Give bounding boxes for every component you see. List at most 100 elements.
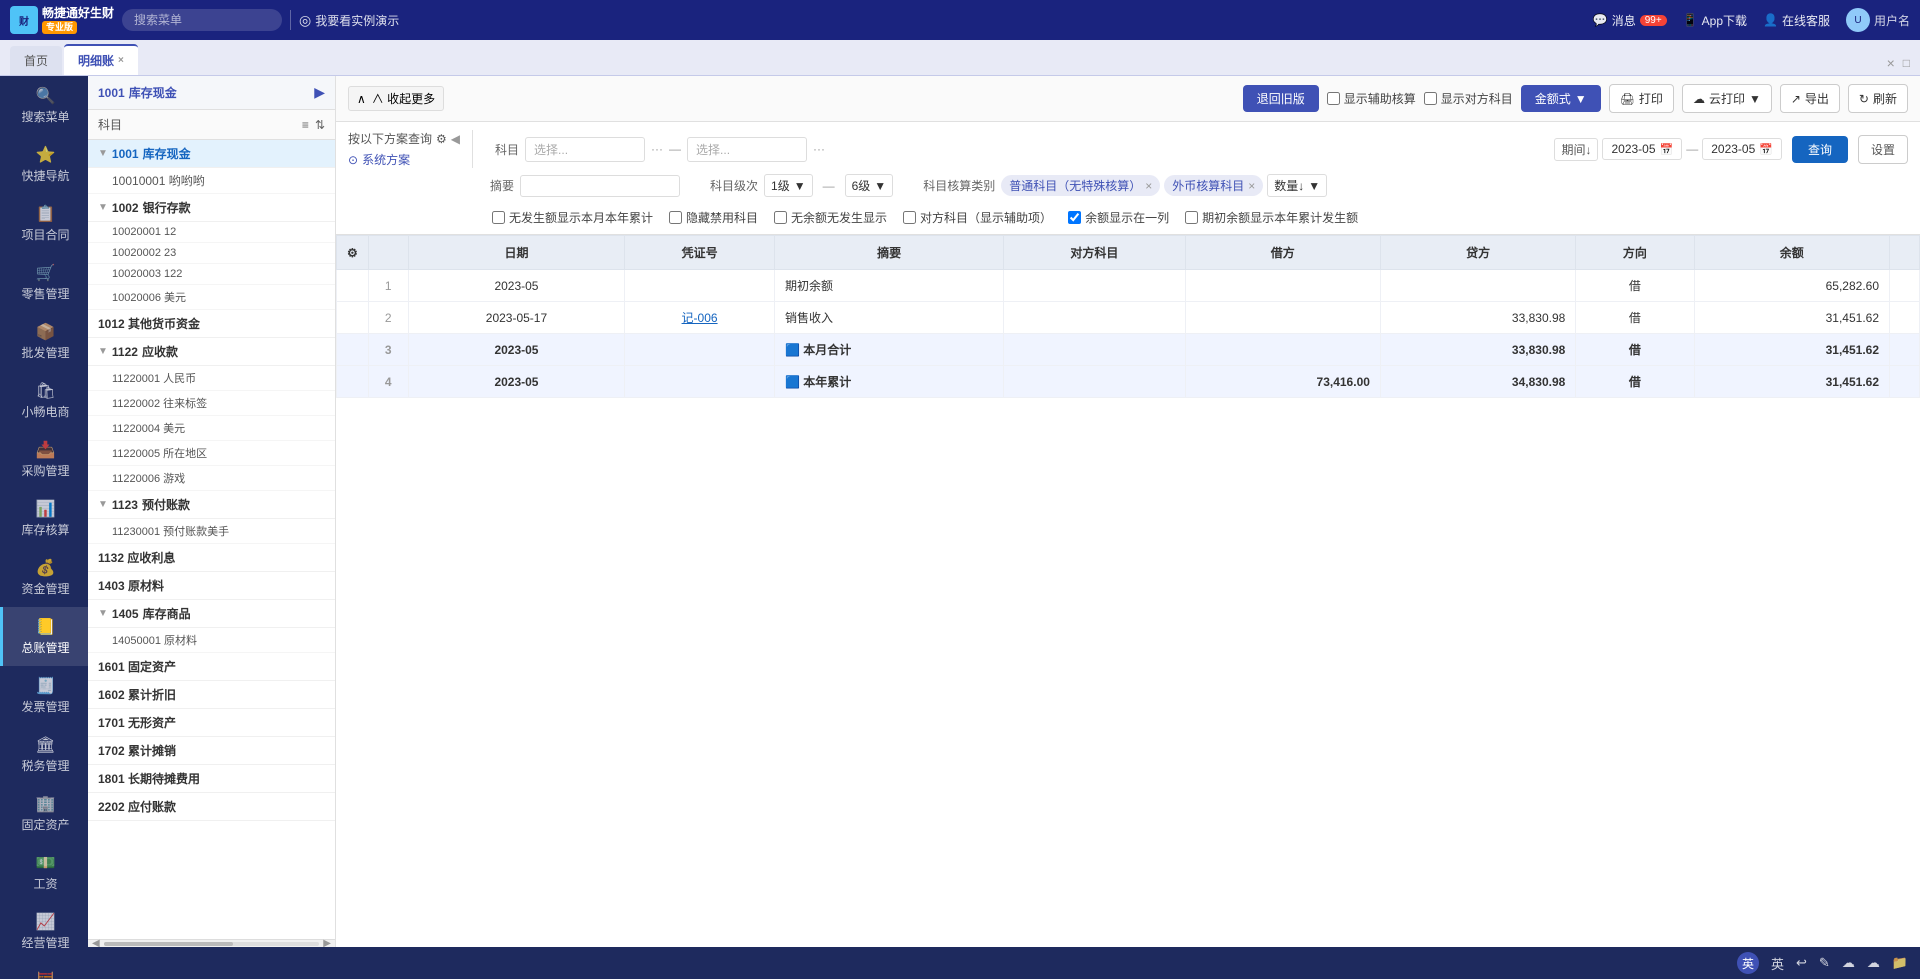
table-settings-icon[interactable]: ⚙	[347, 246, 358, 260]
opt-initial-balance[interactable]: 期初余额显示本年累计发生额	[1185, 209, 1358, 226]
tag-close-0[interactable]: ×	[1145, 179, 1152, 193]
opt-balance-col-checkbox[interactable]	[1068, 211, 1081, 224]
opt-contra-checkbox[interactable]	[903, 211, 916, 224]
opt-balance-col[interactable]: 余额显示在一列	[1068, 209, 1169, 226]
lang-toggle-btn[interactable]: 英	[1737, 952, 1759, 974]
account-child-11220001[interactable]: 11220001 人民币	[88, 366, 335, 391]
maximize-window-btn[interactable]: □	[1903, 56, 1910, 70]
account-child-10010001[interactable]: 10010001 哟哟哟	[88, 168, 335, 194]
tab-home[interactable]: 首页	[10, 46, 62, 75]
subject-input[interactable]: 选择...	[525, 137, 645, 162]
collapse-more-btn[interactable]: ∧ ∧ 收起更多	[348, 86, 444, 111]
status-icon-3[interactable]: ✎	[1819, 955, 1830, 971]
refresh-btn[interactable]: ↻ 刷新	[1848, 84, 1908, 113]
period-start[interactable]: 2023-05 📅	[1602, 138, 1682, 160]
period-end[interactable]: 2023-05 📅	[1702, 138, 1782, 160]
opt-no-balance[interactable]: 无余额无发生显示	[774, 209, 887, 226]
sidebar-item-ecommerce[interactable]: 🛍 小畅电商	[0, 371, 88, 430]
app-download-btn[interactable]: 📱 App下载	[1683, 12, 1747, 29]
close-window-btn[interactable]: ×	[1887, 55, 1895, 71]
print-btn[interactable]: 🖨 打印	[1609, 84, 1674, 113]
account-group-1123[interactable]: ▼ 1123 预付账款	[88, 491, 335, 519]
opt-initial-balance-checkbox[interactable]	[1185, 211, 1198, 224]
format-btn[interactable]: 金额式 ▼	[1521, 85, 1601, 112]
sidebar-item-wholesale[interactable]: 📦 批发管理	[0, 312, 88, 371]
collapse-arrow[interactable]: ◀	[451, 132, 460, 146]
list-icon[interactable]: ≡	[302, 118, 309, 132]
account-group-1012[interactable]: 1012 其他货币资金	[88, 310, 335, 338]
account-child-11230001[interactable]: 11230001 预付账款美手	[88, 519, 335, 544]
sidebar-item-management[interactable]: 📈 经营管理	[0, 902, 88, 961]
quantity-select[interactable]: 数量↓ ▼	[1267, 174, 1327, 197]
return-old-btn[interactable]: 退回旧版	[1243, 85, 1319, 112]
sort-icon[interactable]: ⇅	[315, 118, 325, 132]
opt-no-amount[interactable]: 无发生额显示本月本年累计	[492, 209, 653, 226]
level-start-select[interactable]: 1级 ▼	[764, 174, 813, 197]
account-single-1132[interactable]: 1132 应收利息	[88, 544, 335, 572]
subject-input-end[interactable]: 选择...	[687, 137, 807, 162]
sidebar-item-inventory[interactable]: 📊 库存核算	[0, 489, 88, 548]
sidebar-item-salary[interactable]: 💵 工资	[0, 843, 88, 902]
export-btn[interactable]: ↗ 导出	[1780, 84, 1840, 113]
opt-hide-disabled-checkbox[interactable]	[669, 211, 682, 224]
sidebar-item-search[interactable]: 🔍 搜索菜单	[0, 76, 88, 135]
online-service-btn[interactable]: 👤 在线客服	[1763, 12, 1830, 29]
sidebar-item-expense[interactable]: 🧮 小畅报销	[0, 961, 88, 979]
account-child-10020003[interactable]: 10020003 122	[88, 264, 335, 285]
status-icon-6[interactable]: 📁	[1892, 955, 1908, 971]
sidebar-item-retail[interactable]: 🛒 零售管理	[0, 253, 88, 312]
tab-close-icon[interactable]: ×	[118, 55, 124, 66]
status-icon-5[interactable]: ☁	[1867, 955, 1880, 971]
scroll-right-btn[interactable]: ▶	[323, 938, 331, 947]
account-single-1601[interactable]: 1601 固定资产	[88, 653, 335, 681]
sidebar-item-invoice[interactable]: 🧾 发票管理	[0, 666, 88, 725]
account-child-11220005[interactable]: 11220005 所在地区	[88, 441, 335, 466]
sidebar-item-tax[interactable]: 🏛 税务管理	[0, 725, 88, 784]
voucher-link-2[interactable]: 记-006	[682, 311, 718, 325]
sidebar-item-purchase[interactable]: 📥 采购管理	[0, 430, 88, 489]
cloud-print-btn[interactable]: ☁ 云打印 ▼	[1682, 84, 1772, 113]
nav-arrow-btn[interactable]: ▶	[314, 84, 325, 101]
account-child-10020002[interactable]: 10020002 23	[88, 243, 335, 264]
account-group-1405[interactable]: ▼ 1405 库存商品	[88, 600, 335, 628]
account-single-2202[interactable]: 2202 应付账款	[88, 793, 335, 821]
status-icon-4[interactable]: ☁	[1842, 955, 1855, 971]
opt-hide-disabled[interactable]: 隐藏禁用科目	[669, 209, 758, 226]
account-child-11220002[interactable]: 11220002 往来标签	[88, 391, 335, 416]
account-single-1702[interactable]: 1702 累计摊销	[88, 737, 335, 765]
search-input[interactable]	[122, 9, 282, 31]
account-child-10020006[interactable]: 10020006 美元	[88, 285, 335, 310]
summary-input[interactable]	[520, 175, 680, 197]
tag-close-1[interactable]: ×	[1248, 179, 1255, 193]
status-icon-2[interactable]: ↩	[1796, 955, 1807, 971]
sidebar-item-fixedasset[interactable]: 🏢 固定资产	[0, 784, 88, 843]
demo-link[interactable]: ◎ 我要看实例演示	[299, 12, 399, 29]
show-contra-checkbox[interactable]	[1424, 92, 1437, 105]
status-icon-1[interactable]: 英	[1771, 954, 1784, 973]
account-single-1403[interactable]: 1403 原材料	[88, 572, 335, 600]
user-profile-btn[interactable]: U 用户名	[1846, 8, 1910, 32]
opt-contra[interactable]: 对方科目（显示辅助项）	[903, 209, 1052, 226]
message-btn[interactable]: 💬 消息 99+	[1593, 12, 1667, 29]
scroll-left-btn[interactable]: ◀	[92, 938, 100, 947]
query-btn[interactable]: 查询	[1792, 136, 1848, 163]
account-child-10020001[interactable]: 10020001 12	[88, 222, 335, 243]
show-assist-checkbox[interactable]	[1327, 92, 1340, 105]
account-child-11220006[interactable]: 11220006 游戏	[88, 466, 335, 491]
tab-ledger[interactable]: 明细账 ×	[64, 44, 138, 75]
level-end-select[interactable]: 6级 ▼	[845, 174, 894, 197]
account-group-1122[interactable]: ▼ 1122 应收款	[88, 338, 335, 366]
opt-no-balance-checkbox[interactable]	[774, 211, 787, 224]
account-child-14050001[interactable]: 14050001 原材料	[88, 628, 335, 653]
account-group-1002[interactable]: ▼ 1002 银行存款	[88, 194, 335, 222]
account-single-1602[interactable]: 1602 累计折旧	[88, 681, 335, 709]
sidebar-item-ledger[interactable]: 📒 总账管理	[0, 607, 88, 666]
system-method-item[interactable]: ⊙ 系统方案	[348, 151, 460, 168]
account-single-1801[interactable]: 1801 长期待摊费用	[88, 765, 335, 793]
show-contra-check[interactable]: 显示对方科目	[1424, 90, 1513, 107]
sidebar-item-project[interactable]: 📋 项目合同	[0, 194, 88, 253]
account-child-11220004[interactable]: 11220004 美元	[88, 416, 335, 441]
show-assist-check[interactable]: 显示辅助核算	[1327, 90, 1416, 107]
sidebar-item-funds[interactable]: 💰 资金管理	[0, 548, 88, 607]
account-group-1001[interactable]: ▼ 1001 库存现金	[88, 140, 335, 168]
